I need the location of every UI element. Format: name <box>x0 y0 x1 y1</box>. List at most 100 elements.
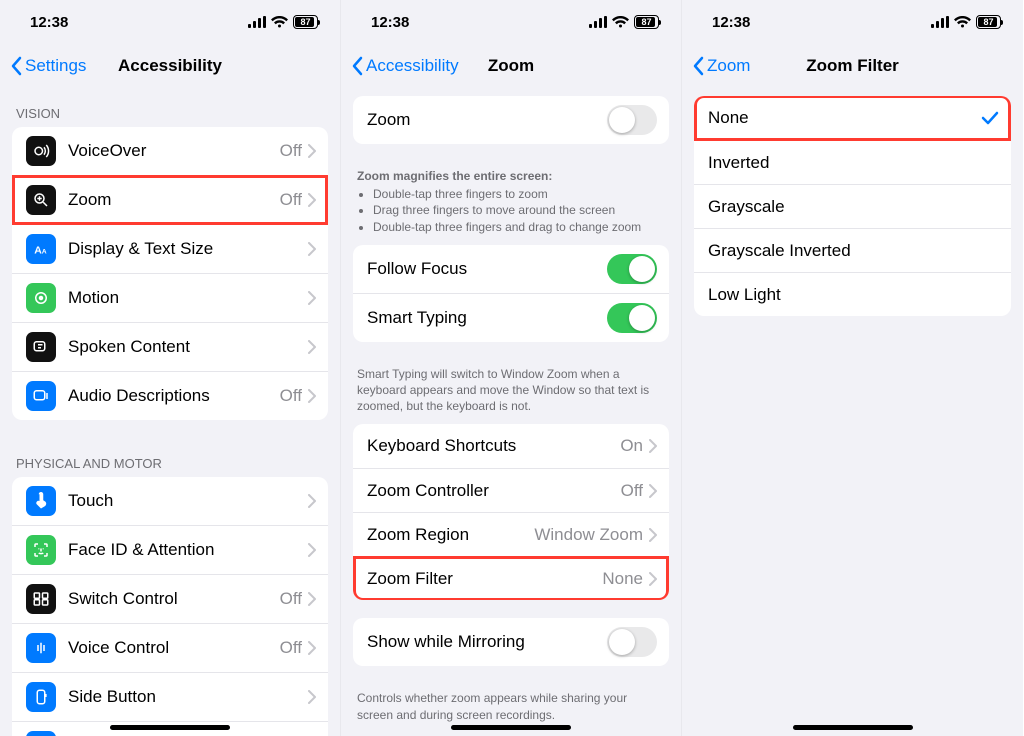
option-grayscale-inverted[interactable]: Grayscale Inverted <box>694 228 1011 272</box>
row-value: Off <box>621 481 643 501</box>
row-label: Zoom <box>68 190 280 210</box>
faceid-icon <box>26 535 56 565</box>
row-voice-control[interactable]: Voice Control Off <box>12 623 328 672</box>
option-inverted[interactable]: Inverted <box>694 140 1011 184</box>
chevron-right-icon <box>308 291 316 305</box>
row-zoom-toggle[interactable]: Zoom <box>353 96 669 144</box>
back-label: Zoom <box>707 56 750 76</box>
row-side-button[interactable]: Side Button <box>12 672 328 721</box>
screen-zoom-filter: 12:38 87 Zoom Zoom Filter None <box>682 0 1023 736</box>
back-button[interactable]: Accessibility <box>351 56 459 76</box>
home-indicator[interactable] <box>793 725 913 730</box>
row-value: Off <box>280 638 302 658</box>
row-voiceover[interactable]: VoiceOver Off <box>12 127 328 175</box>
row-label: Spoken Content <box>68 337 308 357</box>
side-button-icon <box>26 682 56 712</box>
row-label: Display & Text Size <box>68 239 308 259</box>
spoken-content-icon <box>26 332 56 362</box>
wifi-icon <box>612 16 629 28</box>
cellular-icon <box>589 16 607 28</box>
section-header-motor: PHYSICAL AND MOTOR <box>0 438 340 477</box>
home-indicator[interactable] <box>110 725 230 730</box>
screen-zoom: 12:38 87 Accessibility Zoom Zoom <box>341 0 682 736</box>
back-label: Settings <box>25 56 86 76</box>
row-label: Smart Typing <box>367 308 607 328</box>
option-none[interactable]: None <box>694 96 1011 140</box>
motion-icon <box>26 283 56 313</box>
row-label: VoiceOver <box>68 141 280 161</box>
chevron-right-icon <box>649 484 657 498</box>
watch-icon <box>26 731 56 736</box>
chevron-right-icon <box>308 144 316 158</box>
row-zoom-controller[interactable]: Zoom Controller Off <box>353 468 669 512</box>
cellular-icon <box>931 16 949 28</box>
cellular-icon <box>248 16 266 28</box>
footer-smart-typing: Smart Typing will switch to Window Zoom … <box>341 360 681 425</box>
row-value: Off <box>280 386 302 406</box>
battery-icon: 87 <box>634 15 659 29</box>
row-label: Zoom <box>367 110 607 130</box>
row-label: Touch <box>68 491 308 511</box>
toggle-show-mirroring[interactable] <box>607 627 657 657</box>
row-label: Audio Descriptions <box>68 386 280 406</box>
option-grayscale[interactable]: Grayscale <box>694 184 1011 228</box>
nav-bar: Zoom Zoom Filter <box>682 44 1023 88</box>
home-indicator[interactable] <box>451 725 571 730</box>
back-button[interactable]: Zoom <box>692 56 750 76</box>
row-value: On <box>620 436 643 456</box>
row-label: Zoom Filter <box>367 569 602 589</box>
back-button[interactable]: Settings <box>10 56 86 76</box>
row-smart-typing[interactable]: Smart Typing <box>353 293 669 342</box>
row-motion[interactable]: Motion <box>12 273 328 322</box>
toggle-follow-focus[interactable] <box>607 254 657 284</box>
row-switch-control[interactable]: Switch Control Off <box>12 574 328 623</box>
option-low-light[interactable]: Low Light <box>694 272 1011 316</box>
chevron-right-icon <box>649 572 657 586</box>
option-label: None <box>708 108 981 128</box>
group-filter-options: None Inverted Grayscale Grayscale Invert… <box>694 96 1011 316</box>
row-label: Follow Focus <box>367 259 607 279</box>
row-zoom[interactable]: Zoom Off <box>12 175 328 224</box>
row-audio-descriptions[interactable]: Audio Descriptions Off <box>12 371 328 420</box>
touch-icon <box>26 486 56 516</box>
chevron-right-icon <box>308 494 316 508</box>
chevron-right-icon <box>308 690 316 704</box>
group-zoom-options: Keyboard Shortcuts On Zoom Controller Of… <box>353 424 669 600</box>
status-indicators: 87 <box>931 15 1001 29</box>
row-zoom-region[interactable]: Zoom Region Window Zoom <box>353 512 669 556</box>
row-keyboard-shortcuts[interactable]: Keyboard Shortcuts On <box>353 424 669 468</box>
footer-zoom-help: Zoom magnifies the entire screen: Double… <box>341 162 681 245</box>
chevron-left-icon <box>692 56 704 76</box>
option-label: Grayscale Inverted <box>708 241 999 261</box>
row-show-while-mirroring[interactable]: Show while Mirroring <box>353 618 669 666</box>
group-zoom-toggle: Zoom <box>353 96 669 144</box>
status-time: 12:38 <box>712 14 750 31</box>
toggle-smart-typing[interactable] <box>607 303 657 333</box>
row-touch[interactable]: Touch <box>12 477 328 525</box>
checkmark-icon <box>981 111 999 125</box>
row-faceid[interactable]: Face ID & Attention <box>12 525 328 574</box>
row-zoom-filter[interactable]: Zoom Filter None <box>353 556 669 600</box>
chevron-right-icon <box>308 592 316 606</box>
back-label: Accessibility <box>366 56 459 76</box>
row-value: None <box>602 569 643 589</box>
group-motor: Touch Face ID & Attention Switch Control… <box>12 477 328 736</box>
status-indicators: 87 <box>589 15 659 29</box>
toggle-zoom[interactable] <box>607 105 657 135</box>
chevron-right-icon <box>308 340 316 354</box>
row-value: Off <box>280 190 302 210</box>
row-value: Off <box>280 589 302 609</box>
chevron-left-icon <box>351 56 363 76</box>
wifi-icon <box>271 16 288 28</box>
row-follow-focus[interactable]: Follow Focus <box>353 245 669 293</box>
chevron-right-icon <box>308 242 316 256</box>
status-bar: 12:38 87 <box>0 0 340 44</box>
chevron-left-icon <box>10 56 22 76</box>
svg-text:A: A <box>42 249 47 256</box>
row-display-text-size[interactable]: AA Display & Text Size <box>12 224 328 273</box>
row-label: Switch Control <box>68 589 280 609</box>
row-spoken-content[interactable]: Spoken Content <box>12 322 328 371</box>
row-label: Side Button <box>68 687 308 707</box>
audio-descriptions-icon <box>26 381 56 411</box>
row-value: Off <box>280 141 302 161</box>
